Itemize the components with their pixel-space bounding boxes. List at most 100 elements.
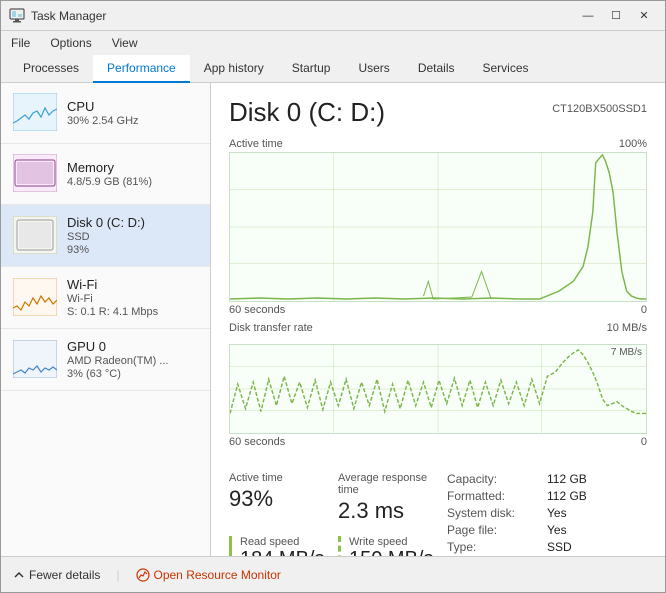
fewer-details-button[interactable]: Fewer details	[13, 568, 100, 582]
detail-model: CT120BX500SSD1	[552, 103, 647, 115]
disk-mini-graph	[13, 216, 57, 256]
active-time-value: 93%	[229, 486, 338, 512]
formatted-val: 112 GB	[547, 489, 587, 503]
sidebar-item-memory[interactable]: Memory 4.8/5.9 GB (81%)	[1, 144, 210, 205]
tab-processes[interactable]: Processes	[9, 55, 93, 83]
sidebar: CPU 30% 2.54 GHz Memory 4.8/5.9 GB (81%)	[1, 83, 211, 556]
stats-bottom-row: Active time 93% Average response time 2.…	[229, 460, 647, 556]
sidebar-item-wifi[interactable]: Wi-Fi Wi-Fi S: 0.1 R: 4.1 Mbps	[1, 267, 210, 329]
transfer-rate-chart-section: Disk transfer rate 10 MB/s 7 MB/s	[229, 322, 647, 448]
stats-row-top: Active time 93% Average response time 2.…	[229, 472, 447, 524]
window-title: Task Manager	[31, 9, 106, 23]
chart1-time-row: 60 seconds 0	[229, 304, 647, 316]
gpu-info: GPU 0 AMD Radeon(TM) ... 3% (63 °C)	[67, 339, 198, 380]
cpu-mini-graph	[13, 93, 57, 133]
systemdisk-key: System disk:	[447, 506, 547, 520]
tab-users[interactable]: Users	[344, 55, 403, 83]
chart2-label-right: 10 MB/s	[607, 322, 647, 334]
tab-apphistory[interactable]: App history	[190, 55, 278, 83]
tab-details[interactable]: Details	[404, 55, 469, 83]
tab-services[interactable]: Services	[469, 55, 543, 83]
capacity-key: Capacity:	[447, 472, 547, 486]
stats-left: Active time 93% Average response time 2.…	[229, 460, 447, 556]
disk-sub1: SSD	[67, 231, 198, 243]
wifi-info: Wi-Fi Wi-Fi S: 0.1 R: 4.1 Mbps	[67, 277, 198, 318]
memory-mini-graph	[13, 154, 57, 194]
right-stat-capacity: Capacity: 112 GB	[447, 472, 647, 486]
wifi-sub1: Wi-Fi	[67, 293, 198, 305]
tab-bar: Processes Performance App history Startu…	[1, 55, 665, 83]
wifi-name: Wi-Fi	[67, 277, 198, 292]
task-manager-window: Task Manager — ☐ ✕ File Options View Pro…	[0, 0, 666, 593]
systemdisk-val: Yes	[547, 506, 567, 520]
gpu-mini-graph	[13, 340, 57, 380]
tab-performance[interactable]: Performance	[93, 55, 190, 83]
chart2-label-left: Disk transfer rate	[229, 322, 313, 334]
gpu-sub1: AMD Radeon(TM) ...	[67, 355, 198, 367]
chart2-time-row: 60 seconds 0	[229, 436, 647, 448]
detail-title: Disk 0 (C: D:)	[229, 97, 385, 128]
speed-row: Read speed 184 MB/s Write speed 150 MB/s	[229, 536, 447, 556]
right-stat-pagefile: Page file: Yes	[447, 523, 647, 537]
gpu-name: GPU 0	[67, 339, 198, 354]
title-bar-left: Task Manager	[9, 8, 106, 24]
maximize-button[interactable]: ☐	[603, 6, 629, 26]
active-time-label: Active time	[229, 472, 338, 484]
menu-file[interactable]: File	[1, 33, 40, 53]
menu-options[interactable]: Options	[40, 33, 101, 53]
sidebar-item-cpu[interactable]: CPU 30% 2.54 GHz	[1, 83, 210, 144]
bottom-separator: |	[116, 568, 119, 582]
open-resource-monitor-button[interactable]: Open Resource Monitor	[136, 568, 281, 582]
main-content: CPU 30% 2.54 GHz Memory 4.8/5.9 GB (81%)	[1, 83, 665, 556]
disk-name: Disk 0 (C: D:)	[67, 215, 198, 230]
close-button[interactable]: ✕	[631, 6, 657, 26]
wifi-sub2: S: 0.1 R: 4.1 Mbps	[67, 306, 198, 318]
detail-header: Disk 0 (C: D:) CT120BX500SSD1	[229, 97, 647, 128]
disk-info: Disk 0 (C: D:) SSD 93%	[67, 215, 198, 256]
chart1-time-right: 0	[641, 304, 647, 316]
read-speed-stat: Read speed 184 MB/s	[229, 536, 338, 556]
avg-response-label: Average response time	[338, 472, 447, 496]
memory-sub: 4.8/5.9 GB (81%)	[67, 176, 198, 188]
menu-view[interactable]: View	[102, 33, 148, 53]
tab-startup[interactable]: Startup	[278, 55, 345, 83]
active-time-chart	[229, 152, 647, 302]
minimize-button[interactable]: —	[575, 6, 601, 26]
chart2-time-right: 0	[641, 436, 647, 448]
wifi-mini-graph	[13, 278, 57, 318]
chart1-label-row: Active time 100%	[229, 138, 647, 150]
pagefile-val: Yes	[547, 523, 567, 537]
fewer-details-label: Fewer details	[29, 568, 100, 582]
type-key: Type:	[447, 540, 547, 554]
right-stat-systemdisk: System disk: Yes	[447, 506, 647, 520]
transfer-rate-chart: 7 MB/s	[229, 344, 647, 434]
chevron-up-icon	[13, 569, 25, 581]
type-val: SSD	[547, 540, 572, 554]
formatted-key: Formatted:	[447, 489, 547, 503]
capacity-val: 112 GB	[547, 472, 587, 486]
read-speed-value: 184 MB/s	[240, 548, 338, 556]
taskmanager-icon	[9, 8, 25, 24]
gpu-sub2: 3% (63 °C)	[67, 368, 198, 380]
active-time-chart-section: Active time 100%	[229, 138, 647, 316]
read-speed-label: Read speed	[240, 536, 338, 548]
chart1-label-left: Active time	[229, 138, 283, 150]
memory-info: Memory 4.8/5.9 GB (81%)	[67, 160, 198, 188]
chart1-label-right: 100%	[619, 138, 647, 150]
right-stat-type: Type: SSD	[447, 540, 647, 554]
title-bar-controls: — ☐ ✕	[575, 6, 657, 26]
cpu-info: CPU 30% 2.54 GHz	[67, 99, 198, 127]
sidebar-item-gpu[interactable]: GPU 0 AMD Radeon(TM) ... 3% (63 °C)	[1, 329, 210, 391]
right-stats: Capacity: 112 GB Formatted: 112 GB Syste…	[447, 472, 647, 556]
chart2-label-row: Disk transfer rate 10 MB/s	[229, 322, 647, 334]
pagefile-key: Page file:	[447, 523, 547, 537]
detail-panel: Disk 0 (C: D:) CT120BX500SSD1 Active tim…	[211, 83, 665, 556]
avg-response-stat: Average response time 2.3 ms	[338, 472, 447, 524]
cpu-sub: 30% 2.54 GHz	[67, 115, 198, 127]
write-speed-value: 150 MB/s	[349, 548, 447, 556]
cpu-name: CPU	[67, 99, 198, 114]
menu-bar: File Options View	[1, 31, 665, 55]
write-speed-label: Write speed	[349, 536, 447, 548]
active-time-stat: Active time 93%	[229, 472, 338, 524]
sidebar-item-disk[interactable]: Disk 0 (C: D:) SSD 93%	[1, 205, 210, 267]
